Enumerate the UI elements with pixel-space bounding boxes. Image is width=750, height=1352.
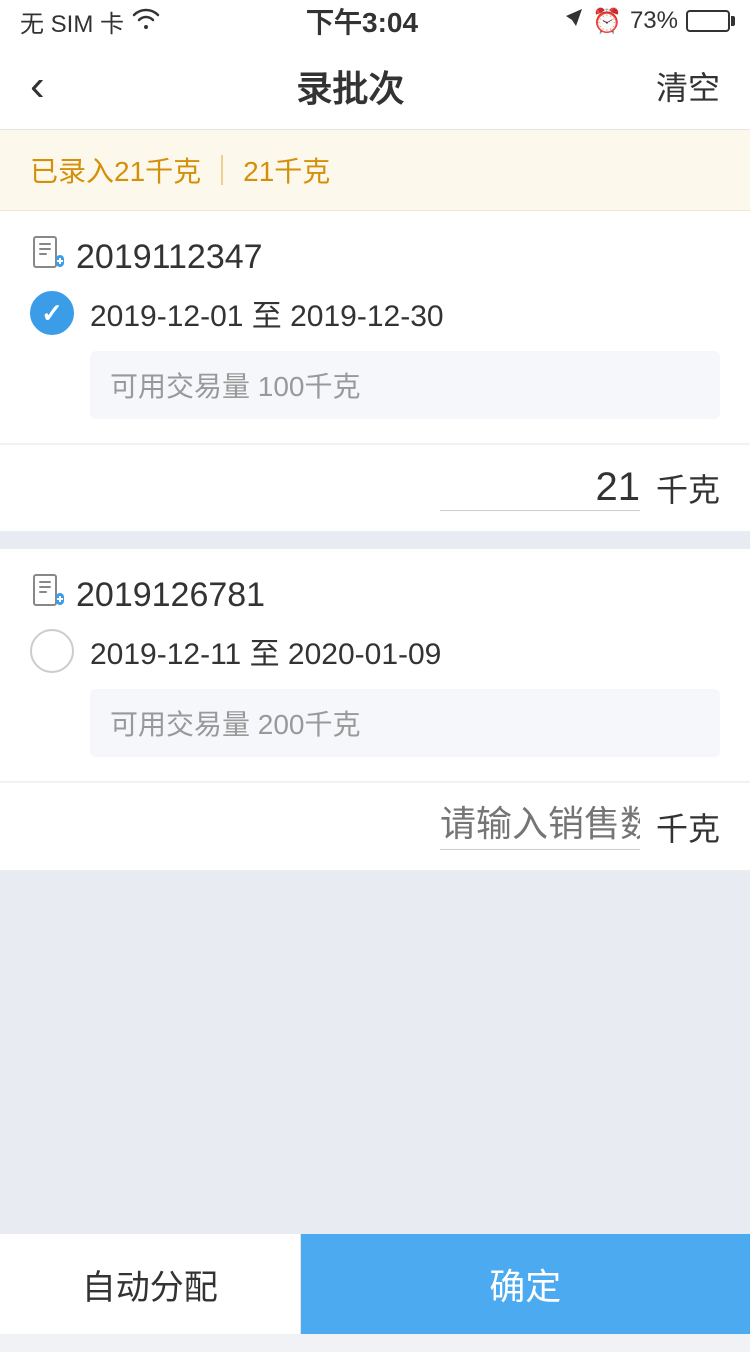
item1-available-qty: 可用交易量 100千克	[90, 351, 720, 419]
item1-amount-input[interactable]	[440, 465, 640, 511]
wifi-icon	[132, 7, 160, 36]
status-bar-right: ⏰ 73%	[564, 7, 730, 36]
status-bar-left: 无 SIM 卡	[20, 4, 160, 39]
status-bar: 无 SIM 卡 下午3:04 ⏰ 73%	[0, 0, 750, 42]
item2-id: 2019126781	[76, 576, 265, 615]
item2-date-row[interactable]: 2019-12-11 至 2020-01-09	[30, 629, 720, 673]
item2-header: 2019126781	[30, 573, 720, 617]
confirm-button[interactable]: 确定	[301, 1234, 750, 1334]
status-time: 下午3:04	[306, 1, 418, 41]
item1-id: 2019112347	[76, 238, 263, 277]
item2-doc-icon	[30, 573, 66, 617]
location-icon	[564, 7, 584, 36]
item2-available-qty: 可用交易量 200千克	[90, 689, 720, 757]
battery-percent: 73%	[630, 7, 678, 35]
item2-input-row: 千克	[0, 783, 750, 872]
item-card-2: 2019126781 2019-12-11 至 2020-01-09 可用交易量…	[0, 549, 750, 781]
item1-header: 2019112347	[30, 235, 720, 279]
section-divider	[0, 533, 750, 549]
carrier-label: 无 SIM 卡	[20, 4, 124, 39]
item1-amount-row: 千克	[0, 445, 750, 533]
item2-date: 2019-12-11 至 2020-01-09	[90, 629, 441, 673]
page-title: 录批次	[296, 60, 404, 112]
gray-area	[0, 872, 750, 1252]
recorded-label: 已录入21千克	[30, 150, 201, 190]
banner-value: 21千克	[243, 150, 330, 190]
banner-divider	[221, 155, 223, 185]
alarm-icon: ⏰	[592, 7, 622, 36]
back-button[interactable]: ‹	[30, 64, 45, 108]
nav-bar: ‹ 录批次 清空	[0, 42, 750, 130]
item1-unit: 千克	[656, 465, 720, 511]
item2-qty-input[interactable]	[440, 803, 640, 850]
item-card-1: 2019112347 2019-12-01 至 2019-12-30 可用交易量…	[0, 211, 750, 443]
info-banner: 已录入21千克 21千克	[0, 130, 750, 211]
item2-radio[interactable]	[30, 629, 74, 673]
clear-button[interactable]: 清空	[656, 63, 720, 109]
battery-icon	[686, 10, 730, 32]
item1-doc-icon	[30, 235, 66, 279]
bottom-bar: 自动分配 确定	[0, 1234, 750, 1334]
item1-date: 2019-12-01 至 2019-12-30	[90, 291, 444, 335]
item1-radio[interactable]	[30, 291, 74, 335]
item1-date-row[interactable]: 2019-12-01 至 2019-12-30	[30, 291, 720, 335]
auto-distribute-button[interactable]: 自动分配	[0, 1234, 301, 1334]
item2-unit: 千克	[656, 804, 720, 850]
